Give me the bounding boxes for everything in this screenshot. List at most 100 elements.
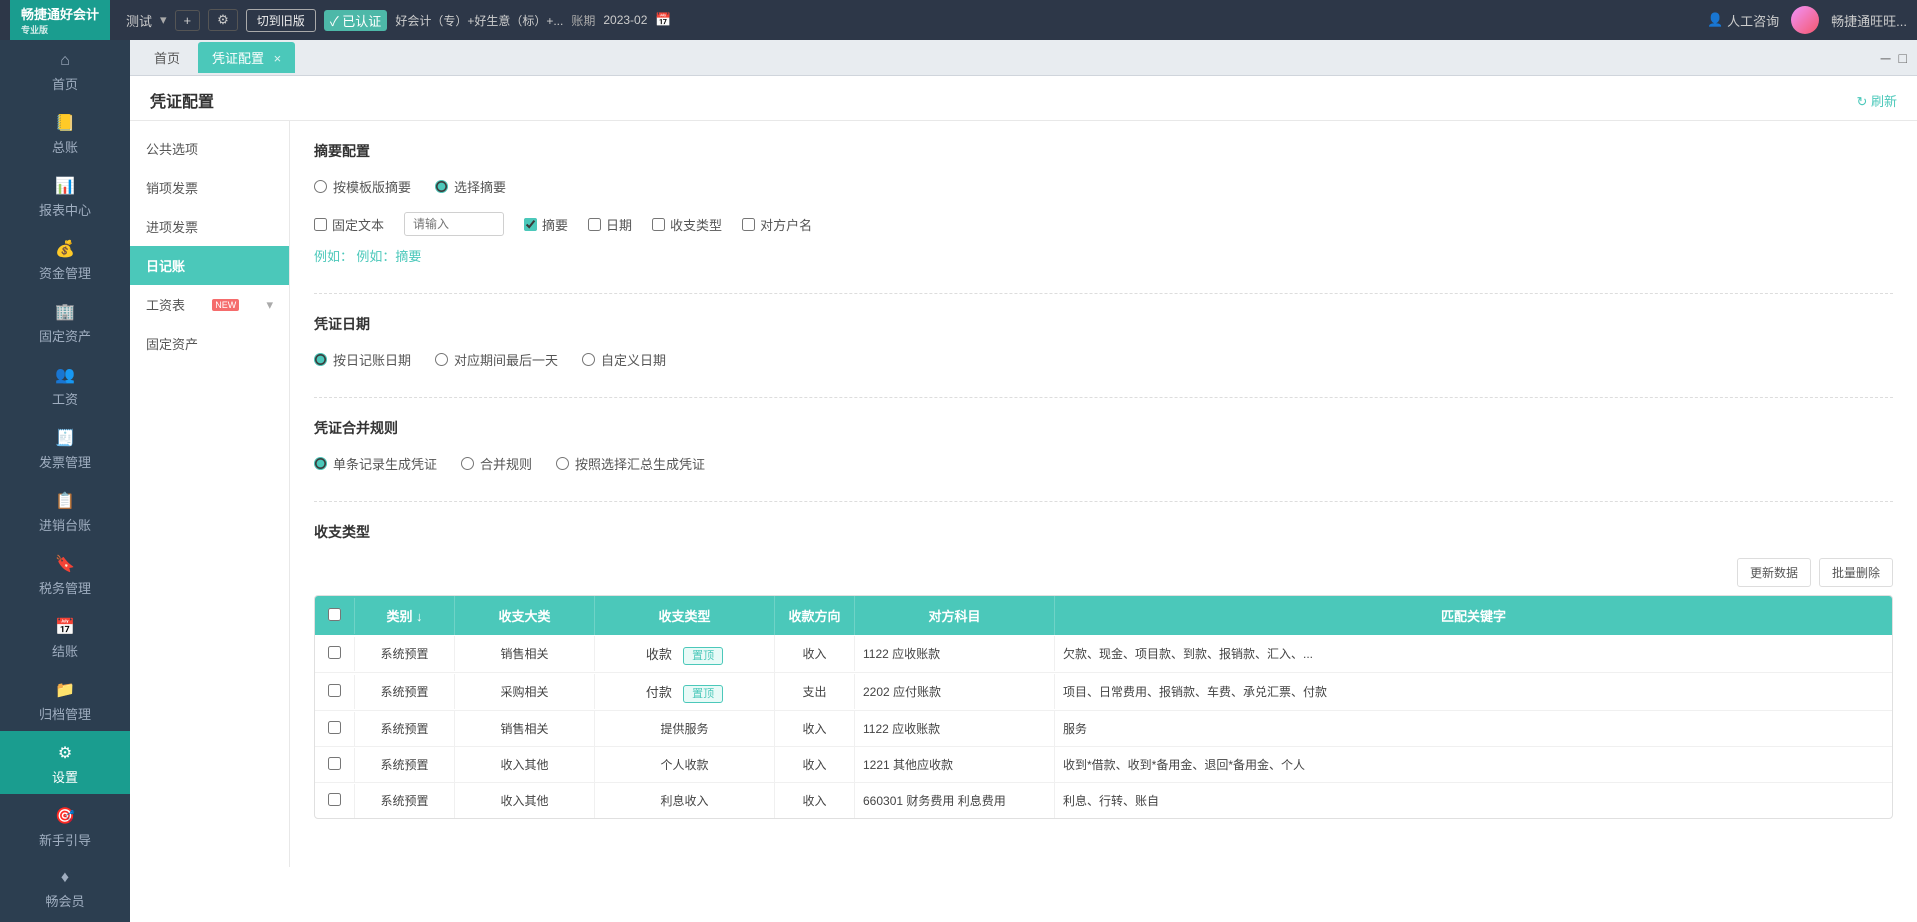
td-keywords: 服务 [1055, 711, 1892, 746]
sidebar-item-member[interactable]: ♦ 畅会员 [0, 857, 130, 918]
nav-item-purchase[interactable]: 进项发票 [130, 207, 289, 246]
td-category: 系统预置 [355, 711, 455, 746]
table-row: 系统预置 采购相关 付款 置顶 支出 2202 应付账款 项目、日常费用、报销款… [315, 673, 1892, 711]
maximize-btn[interactable]: □ [1899, 50, 1907, 66]
example-text: 例如： 例如：摘要 [314, 246, 1893, 265]
checkbox-pay-type[interactable]: 收支类型 [652, 215, 722, 234]
td-check[interactable] [315, 784, 355, 818]
tab-close-icon[interactable]: × [274, 51, 282, 66]
sidebar-item-close[interactable]: 📅 结账 [0, 605, 130, 668]
dropdown-icon[interactable]: ▾ [160, 12, 167, 28]
sidebar-item-label: 新手引导 [39, 830, 91, 849]
sidebar-item-reports[interactable]: 📊 报表中心 [0, 164, 130, 227]
radio-single[interactable]: 单条记录生成凭证 [314, 454, 437, 473]
fixed-text-input[interactable] [404, 212, 504, 236]
person-icon: 👤 [1707, 12, 1723, 28]
nav-item-journal[interactable]: 日记账 [130, 246, 289, 285]
checkbox-fixed-text[interactable]: 固定文本 [314, 215, 384, 234]
refresh-button[interactable]: ↻ 刷新 [1856, 91, 1897, 110]
nav-item-sales[interactable]: 销项发票 [130, 168, 289, 207]
income-section: 收支类型 更新数据 批量删除 [314, 522, 1893, 819]
td-major: 销售相关 [455, 711, 595, 746]
date-radio-group: 按日记账日期 对应期间最后一天 自定义日期 [314, 350, 1893, 369]
nav-item-fixed[interactable]: 固定资产 [130, 324, 289, 363]
left-nav: 公共选项 销项发票 进项发票 日记账 工资表 NEW ▾ [130, 121, 290, 867]
period-label: 账期 [571, 12, 595, 29]
radio-select[interactable]: 选择摘要 [435, 177, 506, 196]
settings-btn[interactable]: ⚙ [208, 9, 238, 31]
member-icon: ♦ [61, 869, 69, 887]
sidebar-item-tax[interactable]: 🔖 税务管理 [0, 542, 130, 605]
td-category: 系统预置 [355, 636, 455, 671]
sidebar-item-settings[interactable]: ⚙ 设置 [0, 731, 130, 794]
tabs-right: ─ □ [1881, 50, 1907, 66]
td-major: 采购相关 [455, 674, 595, 709]
td-major: 销售相关 [455, 636, 595, 671]
expand-icon[interactable]: ▾ [266, 297, 273, 313]
radio-merge-rule[interactable]: 合并规则 [461, 454, 532, 473]
consult-label[interactable]: 👤 人工咨询 [1707, 11, 1779, 30]
summary-radio-group: 按模板版摘要 选择摘要 [314, 177, 1893, 196]
th-account: 对方科目 [855, 596, 1055, 635]
sidebar-item-purchase[interactable]: 📋 进销台账 [0, 479, 130, 542]
radio-journal-date[interactable]: 按日记账日期 [314, 350, 411, 369]
tab-voucher-config[interactable]: 凭证配置 × [198, 42, 295, 73]
sidebar-item-assets[interactable]: 🏢 固定资产 [0, 290, 130, 353]
table-row: 系统预置 销售相关 收款 置顶 收入 1122 应收账款 欠款、现金、项目款、到… [315, 635, 1892, 673]
test-label: 测试 [126, 11, 152, 30]
checkbox-date[interactable]: 日期 [588, 215, 632, 234]
radio-template[interactable]: 按模板版摘要 [314, 177, 411, 196]
select-all-checkbox[interactable] [328, 608, 341, 621]
td-keywords: 利息、行转、账自 [1055, 783, 1892, 818]
switch-btn[interactable]: 切到旧版 [246, 9, 316, 32]
income-table: 类别 ↓ 收支大类 收支类型 收款方向 [314, 595, 1893, 819]
page-body: 公共选项 销项发票 进项发票 日记账 工资表 NEW ▾ [130, 121, 1917, 867]
table-row: 系统预置 收入其他 利息收入 收入 660301 财务费用 利息费用 利息、行转… [315, 783, 1892, 818]
sidebar-item-ledger[interactable]: 📒 总账 [0, 101, 130, 164]
sidebar-item-funds[interactable]: 💰 资金管理 [0, 227, 130, 290]
th-check[interactable] [315, 598, 355, 634]
tag-btn[interactable]: 置顶 [683, 685, 723, 703]
sidebar-item-salary[interactable]: 👥 工资 [0, 353, 130, 416]
radio-last-day[interactable]: 对应期间最后一天 [435, 350, 558, 369]
sidebar-item-archive[interactable]: 📁 归档管理 [0, 668, 130, 731]
nav-item-public[interactable]: 公共选项 [130, 129, 289, 168]
nav-item-payslip[interactable]: 工资表 NEW ▾ [130, 285, 289, 324]
plus-btn[interactable]: + [175, 10, 201, 31]
archive-icon: 📁 [55, 680, 75, 700]
checkbox-counterparty[interactable]: 对方户名 [742, 215, 812, 234]
batch-delete-btn[interactable]: 批量删除 [1819, 558, 1893, 587]
tag-btn[interactable]: 置顶 [683, 647, 723, 665]
td-direction: 收入 [775, 636, 855, 671]
settings-icon: ⚙ [58, 743, 72, 763]
checkbox-summary[interactable]: 摘要 [524, 215, 568, 234]
td-keywords: 收到*借款、收到*备用金、退回*备用金、个人 [1055, 747, 1892, 782]
th-category[interactable]: 类别 ↓ [355, 596, 455, 635]
sidebar-item-label: 工资 [52, 389, 78, 408]
sidebar-item-label: 固定资产 [39, 326, 91, 345]
td-direction: 收入 [775, 783, 855, 818]
sidebar-item-label: 设置 [52, 767, 78, 786]
sidebar-item-guide[interactable]: 🎯 新手引导 [0, 794, 130, 857]
page-title: 凭证配置 [150, 88, 214, 112]
tab-home[interactable]: 首页 [140, 42, 194, 73]
td-keywords: 项目、日常费用、报销款、车费、承兑汇票、付款 [1055, 674, 1892, 709]
th-subtype: 收支类型 [595, 596, 775, 635]
td-check[interactable] [315, 675, 355, 709]
app-logo: 畅捷通好会计 专业版 [10, 0, 110, 40]
radio-custom-date[interactable]: 自定义日期 [582, 350, 666, 369]
radio-summary-total[interactable]: 按照选择汇总生成凭证 [556, 454, 705, 473]
minimize-btn[interactable]: ─ [1881, 50, 1891, 66]
tabs-bar: 首页 凭证配置 × ─ □ [130, 40, 1917, 76]
salary-icon: 👥 [55, 365, 75, 385]
sidebar-item-invoice[interactable]: 🧾 发票管理 [0, 416, 130, 479]
td-subtype: 付款 置顶 [595, 673, 775, 710]
td-check[interactable] [315, 712, 355, 746]
td-check[interactable] [315, 637, 355, 671]
calendar-icon[interactable]: 📅 [655, 12, 671, 28]
funds-icon: 💰 [55, 239, 75, 259]
td-check[interactable] [315, 748, 355, 782]
sidebar-item-home[interactable]: ⌂ 首页 [0, 40, 130, 101]
td-subtype: 收款 置顶 [595, 635, 775, 672]
update-data-btn[interactable]: 更新数据 [1737, 558, 1811, 587]
